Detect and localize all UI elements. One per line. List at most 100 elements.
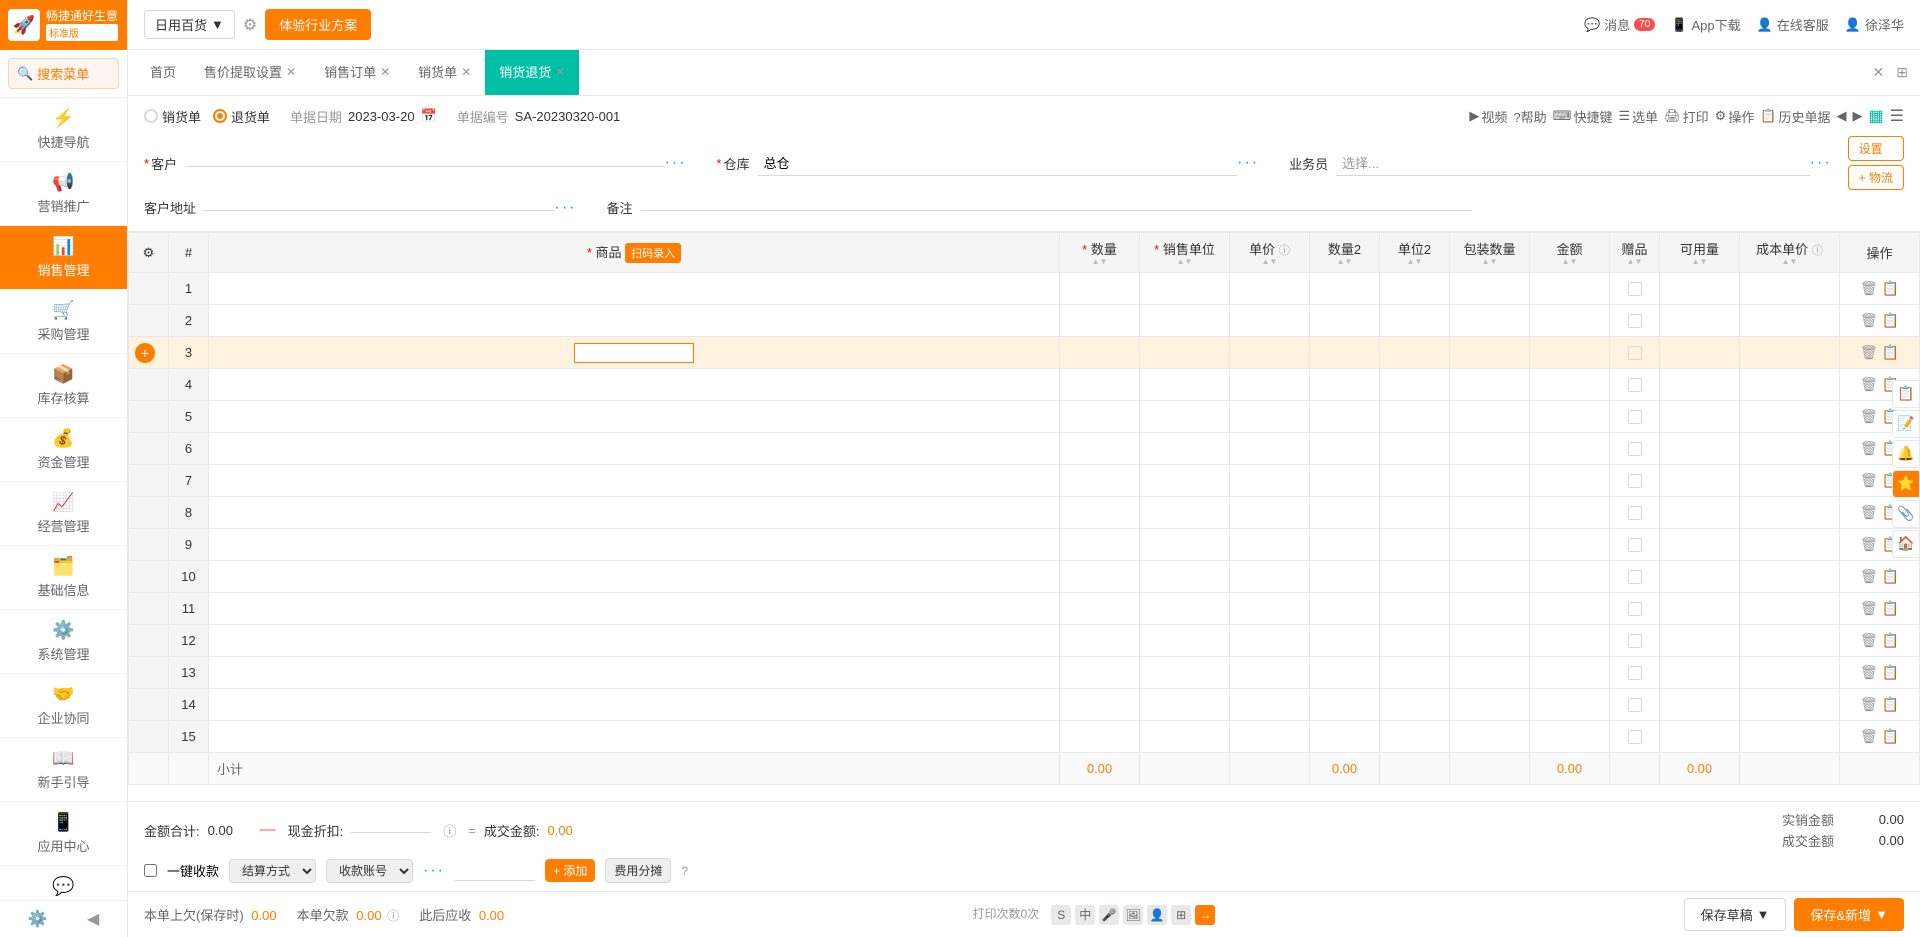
sidebar-item-collab[interactable]: 🤝 企业协同 bbox=[0, 674, 127, 738]
price-cell[interactable] bbox=[1230, 273, 1310, 305]
cost-price-cell[interactable] bbox=[1740, 273, 1840, 305]
sort-icon[interactable]: ▲▼ bbox=[1388, 258, 1441, 266]
sort-icon[interactable]: ▲▼ bbox=[1618, 258, 1651, 266]
qty-cell[interactable] bbox=[1060, 305, 1140, 337]
qty2-cell[interactable] bbox=[1310, 337, 1380, 369]
status-icon-img[interactable]: 🖼 bbox=[1123, 905, 1143, 925]
sidebar-item-inventory[interactable]: 📦 库存核算 bbox=[0, 354, 127, 418]
user-avatar-button[interactable]: 👤 徐泽华 bbox=[1845, 15, 1904, 34]
one-click-payment-checkbox[interactable] bbox=[144, 864, 157, 877]
delete-row-button[interactable]: 🗑 bbox=[1860, 312, 1878, 329]
remark-input[interactable] bbox=[641, 204, 1472, 211]
delete-row-button[interactable]: 🗑 bbox=[1860, 344, 1878, 361]
amount-input[interactable] bbox=[455, 860, 535, 881]
tab-expand-icon[interactable]: ⊞ bbox=[1892, 60, 1912, 85]
search-menu-button[interactable]: 🔍 搜索菜单 bbox=[8, 58, 119, 89]
th-cost-price[interactable]: 成本单价 ⓘ ▲▼ bbox=[1740, 233, 1840, 273]
gift-checkbox[interactable] bbox=[1628, 570, 1642, 584]
topbar-gear-icon[interactable]: ⚙ bbox=[243, 15, 257, 35]
copy-row-button[interactable]: 📋 bbox=[1882, 312, 1899, 329]
qty-cell[interactable] bbox=[1060, 273, 1140, 305]
copy-row-button[interactable]: 📋 bbox=[1882, 632, 1899, 649]
available-cell[interactable] bbox=[1660, 305, 1740, 337]
pkg-qty-cell[interactable] bbox=[1450, 273, 1530, 305]
unit-cell[interactable] bbox=[1140, 337, 1230, 369]
th-quantity[interactable]: * 数量 ▲▼ bbox=[1060, 233, 1140, 273]
logistics-button[interactable]: + 物流 bbox=[1848, 165, 1904, 190]
industry-selector[interactable]: 日用百货 ▼ bbox=[144, 10, 235, 39]
price-cell[interactable] bbox=[1230, 337, 1310, 369]
qty-cell[interactable] bbox=[1060, 337, 1140, 369]
price-cell[interactable] bbox=[1230, 305, 1310, 337]
gift-cell[interactable] bbox=[1610, 305, 1660, 337]
collapse-footer-button[interactable]: ◀ bbox=[87, 909, 99, 929]
gift-checkbox[interactable] bbox=[1628, 378, 1642, 392]
cost-price-cell[interactable] bbox=[1740, 337, 1840, 369]
list-view-icon[interactable]: ☰ bbox=[1890, 106, 1904, 126]
print-button[interactable]: 🖨 打印 bbox=[1664, 107, 1709, 126]
tab-close-icon[interactable]: ✕ bbox=[461, 65, 471, 79]
delete-row-button[interactable]: 🗑 bbox=[1860, 472, 1878, 489]
product-input-active[interactable] bbox=[574, 343, 694, 363]
sort-icon[interactable]: ▲▼ bbox=[1748, 258, 1831, 266]
gift-checkbox[interactable] bbox=[1628, 634, 1642, 648]
sidebar-item-sales[interactable]: 📊 销售管理 bbox=[0, 226, 127, 290]
help-button[interactable]: ?帮助 bbox=[1513, 107, 1546, 126]
sort-icon[interactable]: ▲▼ bbox=[1458, 258, 1521, 266]
sort-icon[interactable]: ▲▼ bbox=[1538, 258, 1601, 266]
product-cell-active[interactable] bbox=[209, 337, 1060, 369]
right-panel-btn-1[interactable]: 📋 bbox=[1892, 380, 1920, 408]
gift-checkbox[interactable] bbox=[1628, 730, 1642, 744]
sort-icon[interactable]: ▲▼ bbox=[1238, 258, 1301, 266]
scan-button[interactable]: 扫码录入 bbox=[625, 243, 681, 263]
unit2-cell[interactable] bbox=[1380, 273, 1450, 305]
address-more-icon[interactable]: ··· bbox=[555, 199, 577, 217]
right-panel-btn-3[interactable]: 🔔 bbox=[1892, 440, 1920, 468]
delete-row-button[interactable]: 🗑 bbox=[1860, 376, 1878, 393]
salesperson-input[interactable]: 选择... bbox=[1336, 150, 1810, 176]
gift-cell[interactable] bbox=[1610, 273, 1660, 305]
status-icon-cn[interactable]: 中 bbox=[1075, 905, 1095, 925]
unit-cell[interactable] bbox=[1140, 273, 1230, 305]
status-icon-person[interactable]: 👤 bbox=[1147, 905, 1167, 925]
grid-view-icon[interactable]: ▦ bbox=[1869, 106, 1884, 126]
warehouse-more-icon[interactable]: ··· bbox=[1237, 154, 1259, 172]
help-icon[interactable]: ? bbox=[681, 864, 688, 878]
cost-price-cell[interactable] bbox=[1740, 305, 1840, 337]
copy-row-button[interactable]: 📋 bbox=[1882, 600, 1899, 617]
delete-row-button[interactable]: 🗑 bbox=[1860, 664, 1878, 681]
status-icon-s[interactable]: S bbox=[1051, 905, 1071, 925]
sort-icon[interactable]: ▲▼ bbox=[1318, 258, 1371, 266]
th-qty2[interactable]: 数量2 ▲▼ bbox=[1310, 233, 1380, 273]
delete-row-button[interactable]: 🗑 bbox=[1860, 440, 1878, 457]
th-available[interactable]: 可用量 ▲▼ bbox=[1660, 233, 1740, 273]
th-amount[interactable]: 金额 ▲▼ bbox=[1530, 233, 1610, 273]
calendar-icon[interactable]: 📅 bbox=[421, 108, 437, 124]
radio-sales-bill[interactable]: 销货单 bbox=[144, 107, 201, 126]
discount-input[interactable] bbox=[351, 828, 431, 833]
amount-cell[interactable] bbox=[1530, 337, 1610, 369]
sidebar-item-operations[interactable]: 📈 经营管理 bbox=[0, 482, 127, 546]
save-draft-button[interactable]: 保存草稿 ▼ bbox=[1684, 898, 1787, 931]
sort-icon[interactable]: ▲▼ bbox=[1068, 258, 1131, 266]
gift-checkbox[interactable] bbox=[1628, 410, 1642, 424]
tab-close-icon[interactable]: ✕ bbox=[286, 65, 296, 79]
copy-row-button[interactable]: 📋 bbox=[1882, 664, 1899, 681]
copy-row-button[interactable]: 📋 bbox=[1882, 728, 1899, 745]
tab-sales-bill[interactable]: 销货单 ✕ bbox=[404, 50, 485, 95]
gift-checkbox[interactable] bbox=[1628, 666, 1642, 680]
app-download-button[interactable]: 📱 App下载 bbox=[1671, 15, 1740, 34]
add-payment-button[interactable]: + 添加 bbox=[545, 859, 595, 882]
sidebar-item-system[interactable]: ⚙️ 系统管理 bbox=[0, 610, 127, 674]
copy-row-button[interactable]: 📋 bbox=[1882, 344, 1899, 361]
debit-info-icon[interactable]: ⓘ bbox=[387, 909, 399, 923]
settings-footer-button[interactable]: ⚙️ bbox=[28, 909, 48, 929]
status-icon-mic[interactable]: 🎤 bbox=[1099, 905, 1119, 925]
right-panel-btn-2[interactable]: 📝 bbox=[1892, 410, 1920, 438]
gift-checkbox[interactable] bbox=[1628, 602, 1642, 616]
gift-cell[interactable] bbox=[1610, 337, 1660, 369]
unit-cell[interactable] bbox=[1140, 305, 1230, 337]
trial-button[interactable]: 体验行业方案 bbox=[265, 9, 371, 40]
status-icon-arrow[interactable]: → bbox=[1195, 905, 1215, 925]
qty2-cell[interactable] bbox=[1310, 273, 1380, 305]
